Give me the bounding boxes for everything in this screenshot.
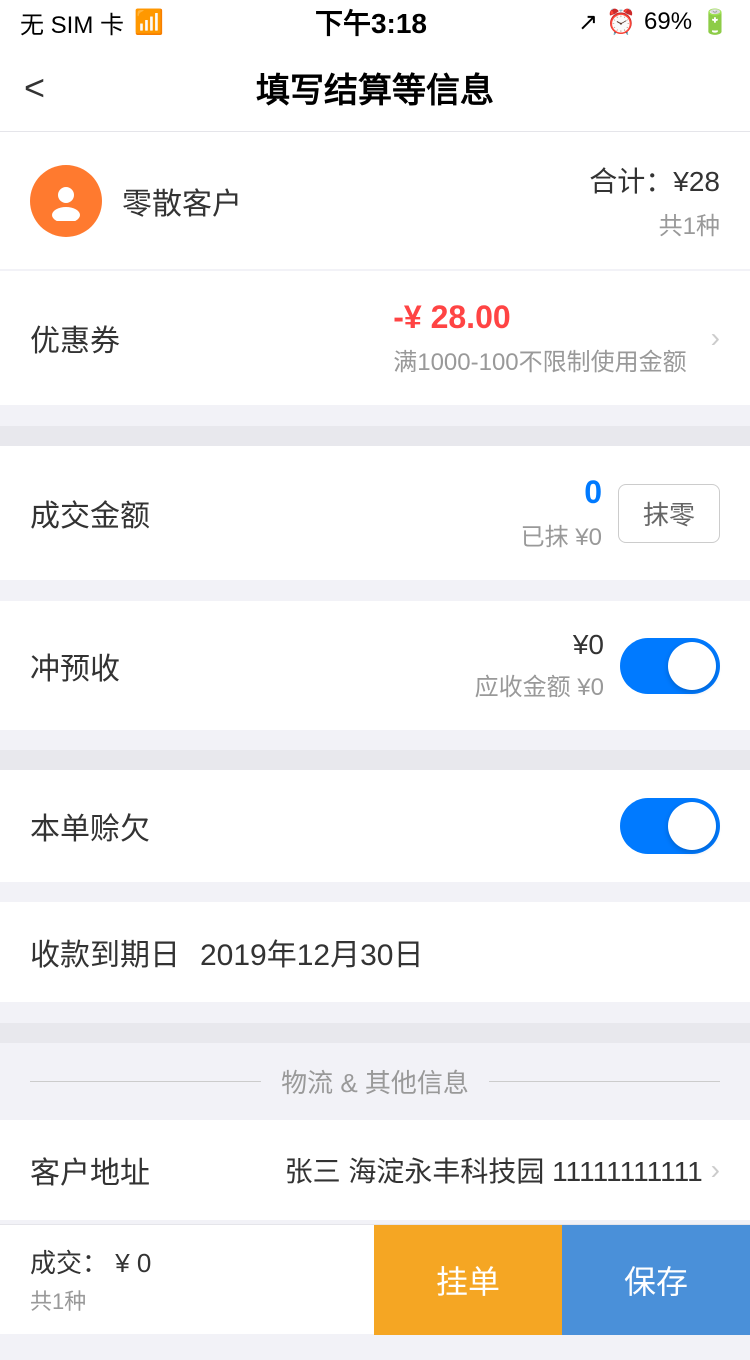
back-button[interactable]: <: [24, 67, 45, 109]
customer-row: 零散客户 合计：¥28 共1种: [0, 132, 750, 269]
coupon-right: -¥ 28.00 满1000-100不限制使用金额 ›: [393, 299, 720, 377]
battery-label: 69%: [644, 8, 692, 36]
location-icon: ↗: [578, 8, 598, 37]
customer-count: 共1种: [589, 206, 720, 241]
deal-amount-label: 成交金额: [30, 491, 150, 535]
debt-toggle[interactable]: [620, 798, 720, 854]
coupon-row[interactable]: 优惠券 -¥ 28.00 满1000-100不限制使用金额 ›: [0, 271, 750, 406]
sep-inner: 物流 & 其他信息: [30, 1063, 720, 1100]
alarm-icon: ⏰: [606, 8, 636, 37]
carrier-label: 无 SIM 卡: [20, 5, 124, 40]
bottom-count: 共1种: [30, 1284, 344, 1316]
customer-total-area: 合计：¥28 共1种: [589, 160, 720, 241]
address-label: 客户地址: [30, 1148, 150, 1192]
prepay-toggle[interactable]: [620, 638, 720, 694]
address-value: 张三 海淀永丰科技园 11111111111: [170, 1150, 703, 1190]
divider-3: [0, 1023, 750, 1043]
due-date-value: 2019年12月30日: [200, 930, 423, 974]
status-bar: 无 SIM 卡 📶 下午3:18 ↗ ⏰ 69% 🔋: [0, 0, 750, 44]
battery-icon: 🔋: [700, 8, 730, 37]
bottom-deal-label: 成交： ¥ 0: [30, 1243, 344, 1280]
hang-button[interactable]: 挂单: [374, 1225, 562, 1335]
bottom-deal-text: 成交：: [30, 1248, 108, 1278]
round-zero-button[interactable]: 抹零: [618, 484, 720, 543]
bottom-bar: 成交： ¥ 0 共1种 挂单 保存: [0, 1224, 750, 1334]
prepay-label: 冲预收: [30, 644, 120, 688]
customer-name: 零散客户: [122, 179, 242, 223]
prepay-row: 冲预收 ¥0 应收金额 ¥0: [0, 601, 750, 730]
coupon-label: 优惠券: [30, 316, 120, 360]
time-label: 下午3:18: [315, 2, 427, 42]
sep-line-right: [489, 1081, 720, 1082]
avatar: [30, 165, 102, 237]
coupon-amount: -¥ 28.00: [393, 299, 686, 336]
chevron-icon: ›: [711, 322, 720, 354]
section-separator: 物流 & 其他信息: [0, 1043, 750, 1120]
divider-2: [0, 750, 750, 770]
wifi-icon: 📶: [134, 8, 164, 37]
sep-line-left: [30, 1081, 261, 1082]
address-chevron-icon: ›: [711, 1154, 720, 1186]
prepay-right: ¥0 应收金额 ¥0: [475, 629, 720, 702]
toggle-knob: [668, 642, 716, 690]
debt-label: 本单赊欠: [30, 804, 150, 848]
debt-toggle-knob: [668, 802, 716, 850]
deal-amount-row: 成交金额 0 已抹 ¥0 抹零: [0, 446, 750, 581]
due-date-label: 收款到期日: [30, 930, 180, 974]
address-row[interactable]: 客户地址 张三 海淀永丰科技园 11111111111 ›: [0, 1120, 750, 1220]
deal-amount-value[interactable]: 0: [521, 474, 602, 511]
bottom-deal-amount: ¥ 0: [115, 1248, 151, 1278]
prepay-sub: 应收金额 ¥0: [475, 667, 604, 702]
due-date-row: 收款到期日 2019年12月30日: [0, 902, 750, 1003]
save-button[interactable]: 保存: [562, 1225, 750, 1335]
deal-amount-right: 0 已抹 ¥0 抹零: [521, 474, 720, 552]
debt-row: 本单赊欠: [0, 770, 750, 882]
status-right: ↗ ⏰ 69% 🔋: [578, 8, 730, 37]
prepay-value: ¥0: [475, 629, 604, 661]
content: 零散客户 合计：¥28 共1种 优惠券 -¥ 28.00 满1000-100不限…: [0, 132, 750, 1360]
nav-bar: < 填写结算等信息: [0, 44, 750, 132]
divider-1: [0, 426, 750, 446]
debt-right: [620, 798, 720, 854]
coupon-desc: 满1000-100不限制使用金额: [393, 342, 686, 377]
page-title: 填写结算等信息: [256, 63, 494, 112]
sep-text: 物流 & 其他信息: [261, 1063, 489, 1100]
status-left: 无 SIM 卡 📶: [20, 5, 164, 40]
customer-total: 合计：¥28: [589, 160, 720, 200]
bottom-info: 成交： ¥ 0 共1种: [0, 1243, 374, 1316]
deal-amount-sub: 已抹 ¥0: [521, 517, 602, 552]
customer-left: 零散客户: [30, 165, 242, 237]
